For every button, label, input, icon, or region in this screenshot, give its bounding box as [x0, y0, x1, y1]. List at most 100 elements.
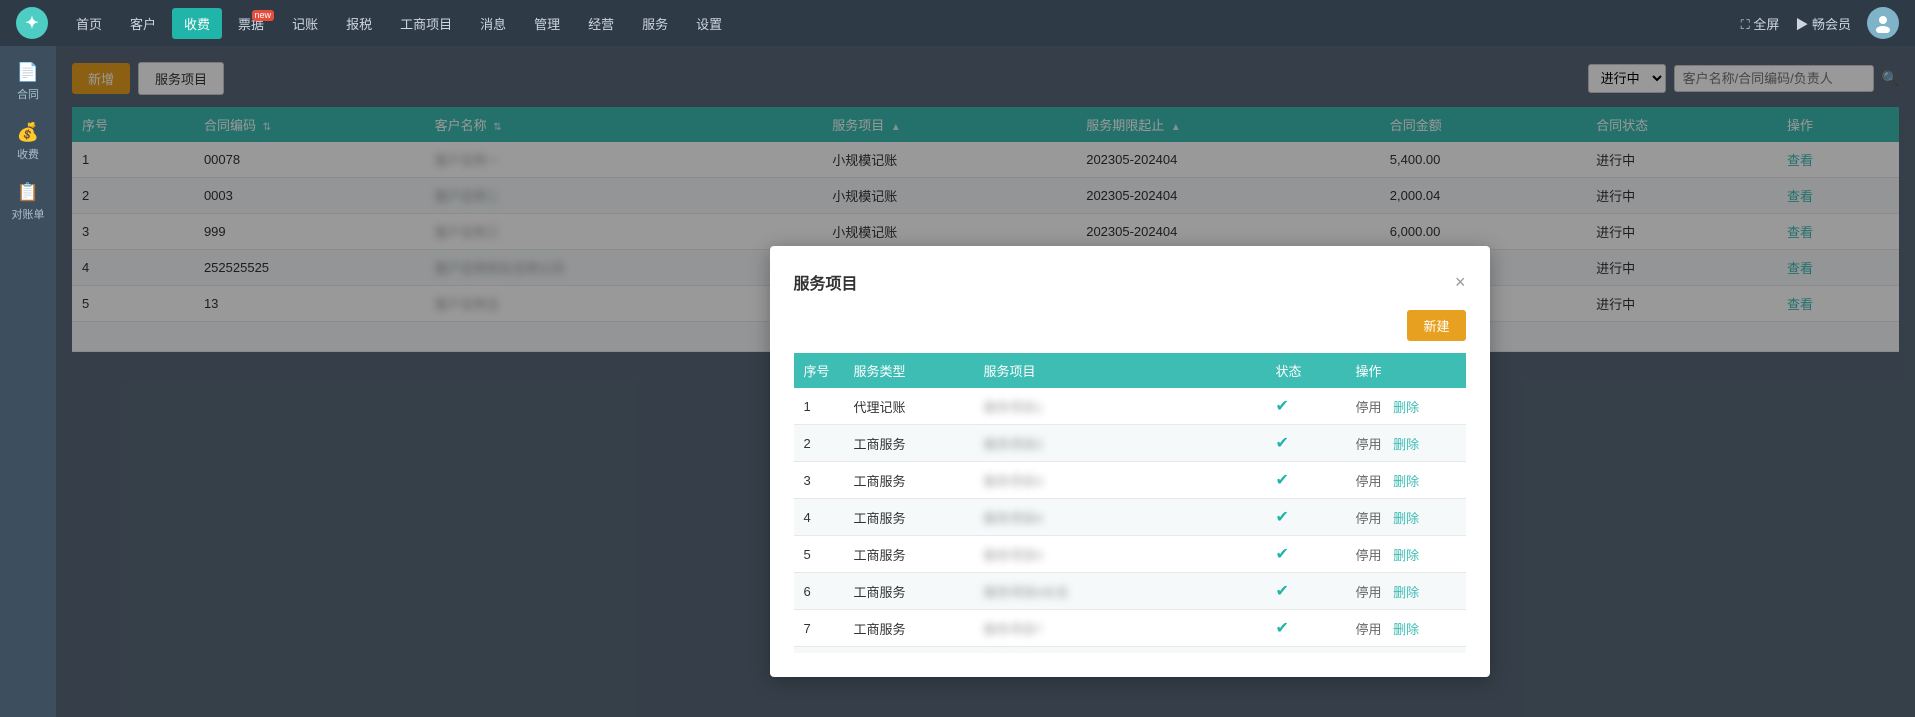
modal-cell-actions: 停用 删除 [1346, 388, 1466, 425]
stop-button[interactable]: 停用 [1356, 474, 1382, 489]
modal-cell-type: 工商服务 [844, 425, 974, 462]
modal-table: 序号 服务类型 服务项目 状态 操作 1 代理记账 服务项目1 ✔ [794, 353, 1466, 653]
sidebar: 📄 合同 💰 收费 📋 对账单 [0, 46, 56, 717]
modal-cell-status: ✔ [1266, 462, 1346, 499]
reconciliation-icon: 📋 [17, 182, 39, 203]
nav-accounting[interactable]: 记账 [280, 8, 330, 39]
modal-cell-item: 服务项目8 注册 [974, 647, 1266, 654]
stop-button[interactable]: 停用 [1356, 585, 1382, 600]
avatar[interactable] [1867, 7, 1899, 39]
modal-cell-actions: 停用 删除 [1346, 499, 1466, 536]
modal-col-seq: 序号 [794, 353, 844, 388]
delete-button[interactable]: 删除 [1393, 474, 1419, 489]
modal-header: 服务项目 × [794, 270, 1466, 294]
modal-table-header: 序号 服务类型 服务项目 状态 操作 [794, 353, 1466, 388]
modal-cell-actions: 停用 删除 [1346, 647, 1466, 654]
nav-operation[interactable]: 经营 [576, 8, 626, 39]
modal-cell-seq: 5 [794, 536, 844, 573]
sidebar-item-reconciliation[interactable]: 📋 对账单 [3, 174, 53, 230]
modal-table-row: 2 工商服务 服务项目2 ✔ 停用 删除 [794, 425, 1466, 462]
stop-button[interactable]: 停用 [1356, 548, 1382, 563]
stop-button[interactable]: 停用 [1356, 437, 1382, 452]
modal-cell-actions: 停用 删除 [1346, 536, 1466, 573]
stop-button[interactable]: 停用 [1356, 511, 1382, 526]
modal-cell-status: ✔ [1266, 647, 1346, 654]
modal-cell-item: 服务项目7 [974, 610, 1266, 647]
modal-table-body: 1 代理记账 服务项目1 ✔ 停用 删除 2 工商服务 [794, 388, 1466, 653]
modal-cell-item: 服务项目6长名 [974, 573, 1266, 610]
modal-cell-status: ✔ [1266, 388, 1346, 425]
modal-title: 服务项目 [794, 270, 858, 294]
fullscreen-button[interactable]: ⛶ 全屏 [1741, 14, 1780, 33]
billing-icon: 💰 [17, 122, 39, 143]
nav-messages[interactable]: 消息 [468, 8, 518, 39]
modal-cell-seq: 2 [794, 425, 844, 462]
modal-cell-seq: 6 [794, 573, 844, 610]
nav-home[interactable]: 首页 [64, 8, 114, 39]
modal-cell-type: 工商服务 [844, 536, 974, 573]
modal-col-item: 服务项目 [974, 353, 1266, 388]
delete-button[interactable]: 删除 [1393, 400, 1419, 415]
modal-col-type: 服务类型 [844, 353, 974, 388]
modal-cell-actions: 停用 删除 [1346, 573, 1466, 610]
modal-table-row: 7 工商服务 服务项目7 ✔ 停用 删除 [794, 610, 1466, 647]
modal-cell-status: ✔ [1266, 499, 1346, 536]
modal-cell-item: 服务项目4 [974, 499, 1266, 536]
app-logo: ✦ [16, 7, 48, 39]
delete-button[interactable]: 删除 [1393, 622, 1419, 637]
modal-cell-type: 工商服务 [844, 573, 974, 610]
sidebar-item-reconciliation-label: 对账单 [12, 206, 45, 222]
modal-col-action: 操作 [1346, 353, 1466, 388]
modal-table-row: 1 代理记账 服务项目1 ✔ 停用 删除 [794, 388, 1466, 425]
new-badge: new [252, 10, 275, 21]
modal-cell-seq: 8 [794, 647, 844, 654]
modal-table-wrapper[interactable]: 序号 服务类型 服务项目 状态 操作 1 代理记账 服务项目1 ✔ [794, 353, 1466, 653]
nav-billing[interactable]: 收费 [172, 8, 222, 39]
modal-cell-status: ✔ [1266, 573, 1346, 610]
modal-cell-status: ✔ [1266, 610, 1346, 647]
delete-button[interactable]: 删除 [1393, 585, 1419, 600]
modal-cell-type: 工商服务 [844, 499, 974, 536]
modal-table-row: 6 工商服务 服务项目6长名 ✔ 停用 删除 [794, 573, 1466, 610]
modal-cell-actions: 停用 删除 [1346, 610, 1466, 647]
nav-tax[interactable]: 报税 [334, 8, 384, 39]
modal-close-button[interactable]: × [1455, 273, 1466, 291]
delete-button[interactable]: 删除 [1393, 437, 1419, 452]
service-items-modal: 服务项目 × 新建 序号 服务类型 服务项目 状态 操作 [770, 246, 1490, 677]
modal-cell-type: 工商服务 [844, 647, 974, 654]
nav-invoice[interactable]: 票据 new [226, 8, 276, 39]
main-content: 新增 服务项目 进行中 已完成 已取消 🔍 序号 合同编码 ⇅ 客户名称 ⇅ 服… [56, 46, 1915, 717]
modal-cell-status: ✔ [1266, 536, 1346, 573]
modal-table-row: 3 工商服务 服务项目3 ✔ 停用 删除 [794, 462, 1466, 499]
modal-cell-type: 代理记账 [844, 388, 974, 425]
modal-cell-status: ✔ [1266, 425, 1346, 462]
sidebar-item-contract[interactable]: 📄 合同 [3, 54, 53, 110]
main-layout: 📄 合同 💰 收费 📋 对账单 新增 服务项目 进行中 已完成 已取消 � [0, 46, 1915, 717]
nav-settings[interactable]: 设置 [684, 8, 734, 39]
delete-button[interactable]: 删除 [1393, 511, 1419, 526]
sidebar-item-contract-label: 合同 [17, 86, 39, 102]
modal-new-button[interactable]: 新建 [1407, 310, 1465, 341]
stop-button[interactable]: 停用 [1356, 400, 1382, 415]
contract-icon: 📄 [17, 62, 39, 83]
delete-button[interactable]: 删除 [1393, 548, 1419, 563]
modal-cell-item: 服务项目3 [974, 462, 1266, 499]
nav-service[interactable]: 服务 [630, 8, 680, 39]
stop-button[interactable]: 停用 [1356, 622, 1382, 637]
nav-management[interactable]: 管理 [522, 8, 572, 39]
modal-cell-actions: 停用 删除 [1346, 425, 1466, 462]
modal-cell-type: 工商服务 [844, 462, 974, 499]
modal-cell-seq: 4 [794, 499, 844, 536]
membership-button[interactable]: ▶ 畅会员 [1795, 14, 1851, 33]
modal-cell-item: 服务项目1 [974, 388, 1266, 425]
modal-cell-item: 服务项目2 [974, 425, 1266, 462]
nav-biz-projects[interactable]: 工商项目 [388, 8, 464, 39]
sidebar-item-billing[interactable]: 💰 收费 [3, 114, 53, 170]
sidebar-item-billing-label: 收费 [17, 146, 39, 162]
top-navigation: ✦ 首页 客户 收费 票据 new 记账 报税 工商项目 消息 管理 经营 服务… [0, 0, 1915, 46]
nav-customer[interactable]: 客户 [118, 8, 168, 39]
modal-cell-seq: 3 [794, 462, 844, 499]
modal-table-row: 5 工商服务 服务项目5 ✔ 停用 删除 [794, 536, 1466, 573]
modal-table-row: 4 工商服务 服务项目4 ✔ 停用 删除 [794, 499, 1466, 536]
modal-cell-actions: 停用 删除 [1346, 462, 1466, 499]
